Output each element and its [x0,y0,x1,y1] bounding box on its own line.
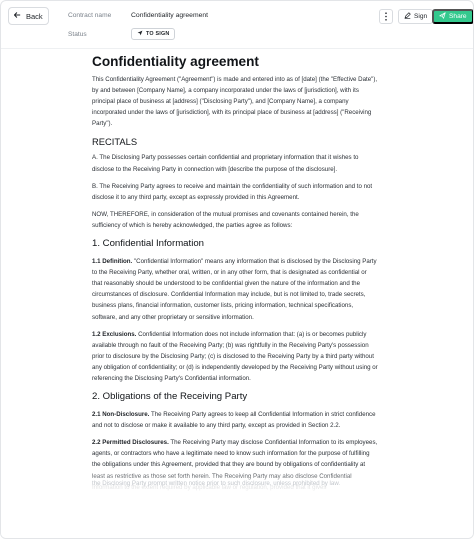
clause-2-1: 2.1 Non-Disclosure. The Receiving Party … [92,409,378,431]
back-button[interactable]: Back [8,7,49,25]
send-icon [137,30,143,38]
intro-paragraph: This Confidentiality Agreement ("Agreeme… [92,76,378,128]
app-window: Back Contract name Confidentiality agree… [0,0,474,539]
clause-2-2-label: 2.2 Permitted Disclosures. [92,439,169,447]
status-badge-label: TO SIGN [146,31,170,37]
clause-1-2: 1.2 Exclusions. Confidential Information… [92,329,378,384]
clause-1-2-text: Confidential Information does not includ… [92,330,378,382]
now-therefore-paragraph: NOW, THEREFORE, in consideration of the … [92,210,359,229]
section-1-heading: 1. Confidential Information [92,238,204,250]
status-badge: TO SIGN [131,28,176,40]
clause-1-1-text: "Confidential Information" means any inf… [92,258,377,321]
clause-2-1-label: 2.1 Non-Disclosure. [92,411,150,419]
contract-name-value: Confidentiality agreement [131,12,209,19]
arrow-left-icon [13,11,21,21]
share-icon [439,12,446,21]
share-button[interactable]: Share [432,9,473,24]
section-2-heading: 2. Obligations of the Receiving Party [92,391,248,403]
recital-b: B. The Receiving Party agrees to receive… [92,182,373,201]
faded-continuation-line: the Disclosing Party prompt written noti… [92,480,341,487]
sign-button[interactable]: Sign [398,9,434,24]
header-divider [1,48,473,49]
more-vertical-icon [384,9,388,24]
clause-1-1: 1.1 Definition. "Confidential Informatio… [92,256,378,323]
back-label: Back [26,11,43,21]
contract-name-label: Contract name [68,12,112,19]
status-label: Status [68,31,87,38]
clause-1-1-label: 1.1 Definition. [92,258,133,266]
share-label: Share [449,13,467,20]
more-options-button[interactable] [379,9,393,24]
recital-a: A. The Disclosing Party possesses certai… [92,154,359,173]
pen-icon [404,12,411,21]
contract-document: Confidentiality agreement This Confident… [92,53,378,499]
clause-1-2-label: 1.2 Exclusions. [92,330,137,338]
sign-label: Sign [414,13,428,20]
document-title: Confidentiality agreement [92,54,259,69]
recitals-heading: RECITALS [92,136,138,148]
